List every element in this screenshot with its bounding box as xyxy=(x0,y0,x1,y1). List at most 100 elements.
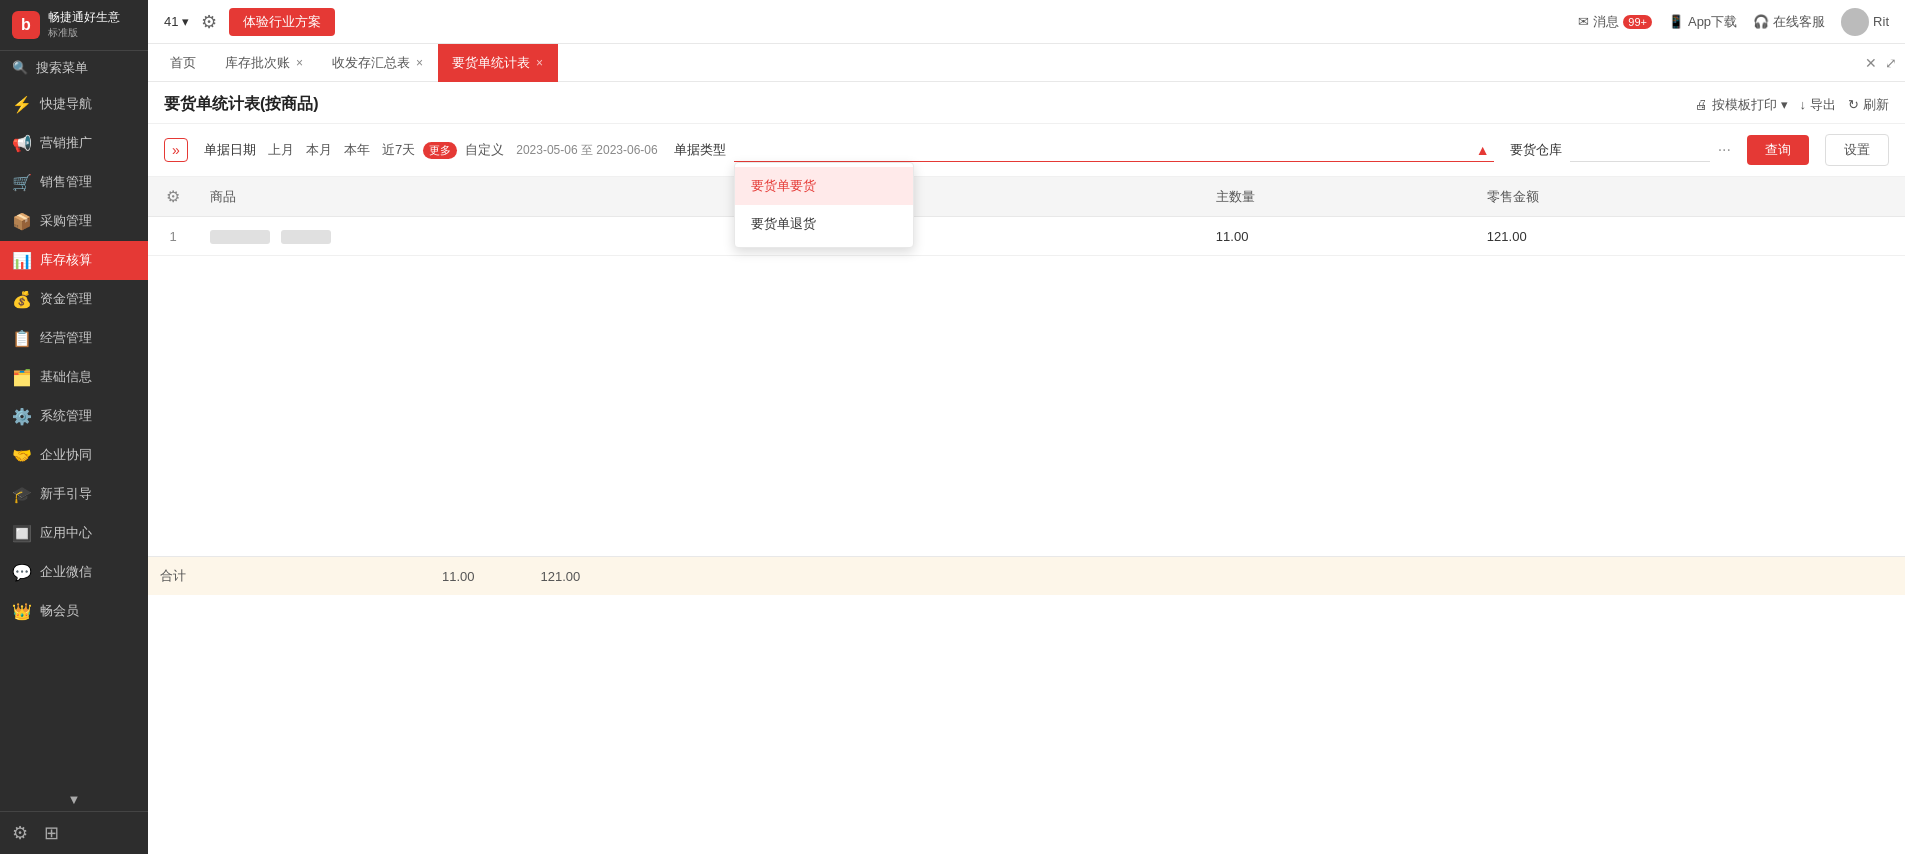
date-shortcuts: 上月 本月 本年 近7天 更多 自定义 xyxy=(264,139,508,161)
app-download-item[interactable]: 📱 App下载 xyxy=(1668,13,1737,31)
warehouse-filter-label: 要货仓库 xyxy=(1510,141,1562,159)
sidebar-item-base[interactable]: 🗂️ 基础信息 xyxy=(0,358,148,397)
app-name: 畅捷通好生意 xyxy=(48,10,120,26)
sidebar-item-label: 销售管理 xyxy=(40,173,92,191)
type-filter-input[interactable] xyxy=(734,138,1494,162)
settings-icon[interactable]: ⚙ xyxy=(12,822,28,844)
refresh-icon: ↻ xyxy=(1848,97,1859,112)
table-footer: 合计 11.00 121.00 xyxy=(148,556,1905,595)
print-action[interactable]: 🖨 按模板打印 ▾ xyxy=(1695,96,1788,114)
headset-icon: 🎧 xyxy=(1753,14,1769,29)
sidebar-item-apps[interactable]: 🔲 应用中心 xyxy=(0,514,148,553)
sidebar-item-purchase[interactable]: 📦 采购管理 xyxy=(0,202,148,241)
guide-icon: 🎓 xyxy=(12,485,32,504)
tab-home-label: 首页 xyxy=(170,54,196,72)
query-button[interactable]: 查询 xyxy=(1747,135,1809,165)
type-filter-group: 单据类型 ▲ 要货单要货 要货单退货 xyxy=(674,138,1494,162)
tab-home[interactable]: 首页 xyxy=(156,44,211,82)
dropdown-item-order[interactable]: 要货单要货 xyxy=(735,167,913,205)
tab-close-all-icon[interactable]: ✕ xyxy=(1865,55,1877,71)
sidebar-item-label: 应用中心 xyxy=(40,524,92,542)
page-inner: 要货单统计表(按商品) 🖨 按模板打印 ▾ ↓ 导出 ↻ 刷新 xyxy=(148,82,1905,854)
type-select-arrow-icon[interactable]: ▲ xyxy=(1476,142,1490,158)
curr-month-shortcut[interactable]: 本月 xyxy=(302,139,336,161)
sidebar-item-quick[interactable]: ⚡ 快捷导航 xyxy=(0,85,148,124)
custom-date-shortcut[interactable]: 自定义 xyxy=(461,139,508,161)
sidebar-item-label: 资金管理 xyxy=(40,290,92,308)
sidebar-item-ops[interactable]: 📋 经营管理 xyxy=(0,319,148,358)
tab-bar: 首页 库存批次账 × 收发存汇总表 × 要货单统计表 × ✕ ⤢ xyxy=(148,44,1905,82)
last7days-shortcut[interactable]: 近7天 xyxy=(378,139,419,161)
tab-summary-close[interactable]: × xyxy=(416,56,423,70)
sidebar-item-member[interactable]: 👑 畅会员 xyxy=(0,592,148,631)
online-service-label: 在线客服 xyxy=(1773,13,1825,31)
curr-year-shortcut[interactable]: 本年 xyxy=(340,139,374,161)
table-column-settings-icon[interactable]: ⚙ xyxy=(166,188,180,205)
filter-row: » 单据日期 上月 本月 本年 近7天 更多 自定义 2023-05-06 至 … xyxy=(148,124,1905,177)
tab-order-stat-close[interactable]: × xyxy=(536,56,543,70)
tab-batch[interactable]: 库存批次账 × xyxy=(211,44,318,82)
tabs-actions: ✕ ⤢ xyxy=(1865,55,1897,71)
sidebar-item-collab[interactable]: 🤝 企业协同 xyxy=(0,436,148,475)
sidebar-item-system[interactable]: ⚙️ 系统管理 xyxy=(0,397,148,436)
sidebar-search-label: 搜索菜单 xyxy=(36,59,88,77)
prev-month-shortcut[interactable]: 上月 xyxy=(264,139,298,161)
filter-settings-button[interactable]: 设置 xyxy=(1825,134,1889,166)
wechat-icon: 💬 xyxy=(12,563,32,582)
sidebar-item-label: 企业协同 xyxy=(40,446,92,464)
refresh-action[interactable]: ↻ 刷新 xyxy=(1848,96,1889,114)
sidebar-logo: b 畅捷通好生意 标准版 xyxy=(0,0,148,51)
sidebar-scroll-down[interactable]: ▼ xyxy=(0,788,148,811)
sidebar-item-label: 库存核算 xyxy=(40,251,92,269)
tab-summary[interactable]: 收发存汇总表 × xyxy=(318,44,438,82)
collapse-icon[interactable]: ⊞ xyxy=(44,822,59,844)
sidebar-item-marketing[interactable]: 📢 营销推广 xyxy=(0,124,148,163)
sidebar-item-label: 畅会员 xyxy=(40,602,79,620)
notifications-badge: 99+ xyxy=(1623,15,1652,29)
more-dates-badge[interactable]: 更多 xyxy=(423,142,457,159)
notifications-item[interactable]: ✉ 消息 99+ xyxy=(1578,13,1652,31)
topbar-settings-button[interactable]: ⚙ xyxy=(201,11,217,33)
warehouse-more-icon[interactable]: ··· xyxy=(1718,141,1731,159)
sidebar-item-wechat[interactable]: 💬 企业微信 xyxy=(0,553,148,592)
row-qty: 11.00 xyxy=(1204,217,1475,256)
trial-button[interactable]: 体验行业方案 xyxy=(229,8,335,36)
notifications-label: 消息 xyxy=(1593,13,1619,31)
row-product xyxy=(198,217,821,256)
filter-expand-button[interactable]: » xyxy=(164,138,188,162)
user-avatar-item[interactable]: Rit xyxy=(1841,8,1889,36)
table-spacer xyxy=(148,256,1905,556)
tab-expand-icon[interactable]: ⤢ xyxy=(1885,55,1897,71)
row-index: 1 xyxy=(148,217,198,256)
sidebar-bottom: ⚙ ⊞ xyxy=(0,811,148,854)
store-number: 41 xyxy=(164,14,178,29)
sales-icon: 🛒 xyxy=(12,173,32,192)
type-dropdown-menu: 要货单要货 要货单退货 xyxy=(734,162,914,248)
sidebar-item-sales[interactable]: 🛒 销售管理 xyxy=(0,163,148,202)
export-action[interactable]: ↓ 导出 xyxy=(1800,96,1837,114)
sidebar-item-finance[interactable]: 💰 资金管理 xyxy=(0,280,148,319)
topbar: 41 ▾ ⚙ 体验行业方案 ✉ 消息 99+ 📱 App下载 🎧 在线客服 R xyxy=(148,0,1905,44)
date-filter-group: 单据日期 上月 本月 本年 近7天 更多 自定义 2023-05-06 至 20… xyxy=(204,139,658,161)
online-service-item[interactable]: 🎧 在线客服 xyxy=(1753,13,1825,31)
tab-order-stat[interactable]: 要货单统计表 × xyxy=(438,44,558,82)
print-arrow-icon: ▾ xyxy=(1781,97,1788,112)
sidebar-item-inventory[interactable]: 📊 库存核算 xyxy=(0,241,148,280)
purchase-icon: 📦 xyxy=(12,212,32,231)
user-avatar xyxy=(1841,8,1869,36)
col-qty: 主数量 xyxy=(1204,177,1475,217)
app-download-label: App下载 xyxy=(1688,13,1737,31)
export-label: 导出 xyxy=(1810,96,1836,114)
table-container: ⚙ 商品 主计量单位 主数量 零售金额 1 xyxy=(148,177,1905,256)
dropdown-item-return[interactable]: 要货单退货 xyxy=(735,205,913,243)
sidebar-item-guide[interactable]: 🎓 新手引导 xyxy=(0,475,148,514)
page-actions: 🖨 按模板打印 ▾ ↓ 导出 ↻ 刷新 xyxy=(1695,96,1890,114)
sidebar-search[interactable]: 🔍 搜索菜单 xyxy=(0,51,148,85)
page-title: 要货单统计表(按商品) xyxy=(164,94,319,115)
tab-batch-close[interactable]: × xyxy=(296,56,303,70)
warehouse-filter-input[interactable] xyxy=(1570,138,1710,162)
sidebar-item-label: 企业微信 xyxy=(40,563,92,581)
sidebar-item-label: 系统管理 xyxy=(40,407,92,425)
store-selector[interactable]: 41 ▾ xyxy=(164,14,189,29)
member-icon: 👑 xyxy=(12,602,32,621)
